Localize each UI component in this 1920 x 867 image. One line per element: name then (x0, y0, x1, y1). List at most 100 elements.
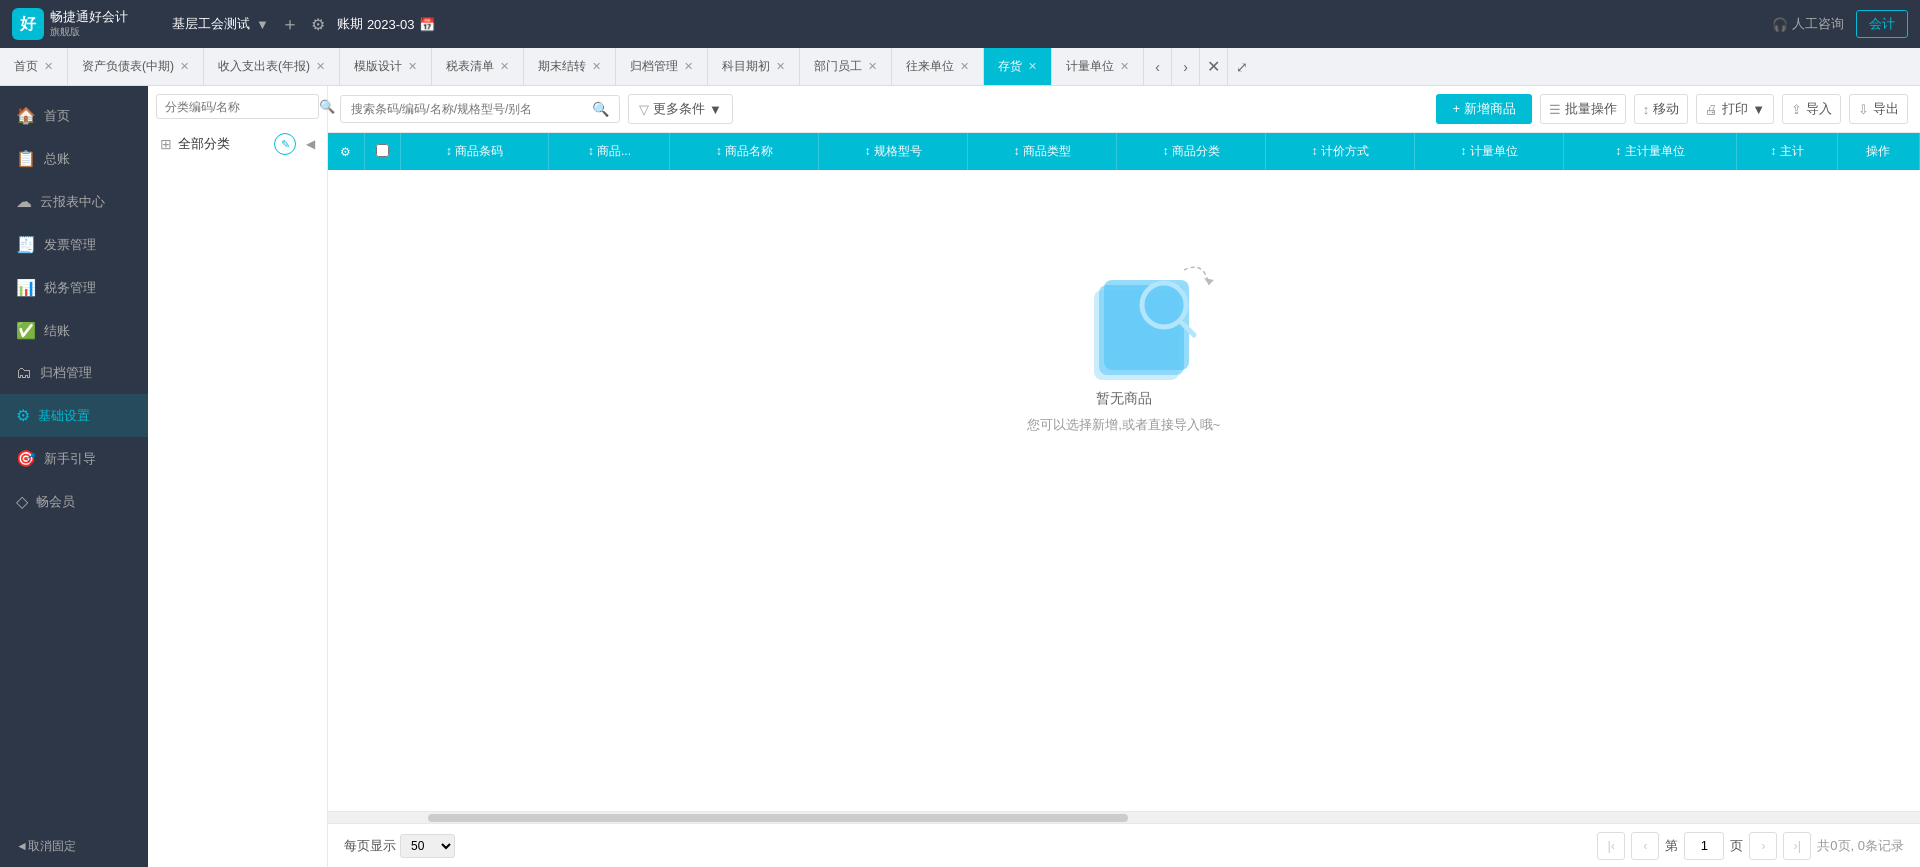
import-button[interactable]: ⇪ 导入 (1782, 94, 1841, 124)
add-company-button[interactable]: ＋ (281, 12, 299, 36)
tab-income-annual[interactable]: 收入支出表(年报) ✕ (204, 48, 340, 85)
tab-close-icon[interactable]: ✕ (684, 60, 693, 73)
tab-close-icon[interactable]: ✕ (500, 60, 509, 73)
th-settings[interactable]: ⚙ (328, 133, 364, 170)
th-barcode[interactable]: ↕ 商品条码 (400, 133, 549, 170)
page-label: 第 (1665, 837, 1678, 855)
left-panel: 🔍 ⊞ 全部分类 ✎ ◀ (148, 86, 328, 867)
th-label: ↕ 计价方式 (1311, 144, 1368, 158)
export-button[interactable]: ⇩ 导出 (1849, 94, 1908, 124)
first-page-button[interactable]: |‹ (1597, 832, 1625, 860)
tab-close-all-button[interactable]: ✕ (1200, 48, 1228, 85)
main-search-input[interactable] (351, 102, 586, 116)
period-value: 2023-03 (367, 17, 415, 32)
prev-page-button[interactable]: ‹ (1631, 832, 1659, 860)
batch-ops-button[interactable]: ☰ 批量操作 (1540, 94, 1626, 124)
add-product-label: + 新增商品 (1452, 100, 1515, 118)
tab-tax-list[interactable]: 税表清单 ✕ (432, 48, 524, 85)
tab-next-button[interactable]: › (1172, 48, 1200, 85)
tab-close-icon[interactable]: ✕ (960, 60, 969, 73)
next-page-button[interactable]: › (1749, 832, 1777, 860)
th-spec[interactable]: ↕ 规格型号 (819, 133, 968, 170)
tab-bar: 首页 ✕ 资产负债表(中期) ✕ 收入支出表(年报) ✕ 模版设计 ✕ 税表清单… (0, 48, 1920, 86)
logo-text: 畅捷通好会计 (50, 9, 128, 25)
th-unit[interactable]: ↕ 计量单位 (1415, 133, 1564, 170)
tab-home[interactable]: 首页 ✕ (0, 48, 68, 85)
tab-archive[interactable]: 归档管理 ✕ (616, 48, 708, 85)
tab-close-icon[interactable]: ✕ (1028, 60, 1037, 73)
th-main-unit[interactable]: ↕ 主计量单位 (1563, 133, 1736, 170)
move-icon: ↕ (1643, 102, 1650, 117)
unpin-button[interactable]: ◄取消固定 (0, 826, 148, 867)
tab-close-icon[interactable]: ✕ (592, 60, 601, 73)
page-size-selector[interactable]: 每页显示 50 20 100 (344, 834, 455, 858)
sidebar-item-archive[interactable]: 🗂 归档管理 (0, 352, 148, 394)
main-search-icon[interactable]: 🔍 (592, 101, 609, 117)
export-label: 导出 (1873, 100, 1899, 118)
scrollbar-thumb[interactable] (428, 814, 1128, 822)
th-checkbox[interactable] (364, 133, 400, 170)
page-size-select[interactable]: 50 20 100 (400, 834, 455, 858)
all-category-item[interactable]: ⊞ 全部分类 ✎ ◀ (156, 127, 319, 161)
sidebar-item-cloud-reports[interactable]: ☁ 云报表中心 (0, 180, 148, 223)
sidebar-item-member[interactable]: ◇ 畅会员 (0, 480, 148, 523)
empty-state: 暂无商品 您可以选择新增,或者直接导入哦~ (328, 170, 1920, 514)
tab-label: 部门员工 (814, 58, 862, 75)
sidebar-item-basic-settings[interactable]: ⚙ 基础设置 (0, 394, 148, 437)
horizontal-scrollbar[interactable] (328, 811, 1920, 823)
company-dropdown-icon[interactable]: ▼ (256, 17, 269, 32)
sidebar-label: 基础设置 (38, 407, 90, 425)
empty-icon (1064, 250, 1184, 370)
tab-dept-staff[interactable]: 部门员工 ✕ (800, 48, 892, 85)
sidebar-item-invoice[interactable]: 🧾 发票管理 (0, 223, 148, 266)
logo-icon: 好 (12, 8, 44, 40)
add-product-button[interactable]: + 新增商品 (1436, 94, 1531, 124)
main-search-box[interactable]: 🔍 (340, 95, 620, 123)
category-search-box[interactable]: 🔍 (156, 94, 319, 119)
last-page-button[interactable]: ›| (1783, 832, 1811, 860)
tab-template[interactable]: 模版设计 ✕ (340, 48, 432, 85)
category-search-input[interactable] (165, 100, 315, 114)
th-code[interactable]: ↕ 商品... (549, 133, 670, 170)
ledger-icon: 📋 (16, 149, 36, 168)
help-button[interactable]: 🎧 人工咨询 (1772, 15, 1844, 33)
tab-prev-button[interactable]: ‹ (1144, 48, 1172, 85)
account-button[interactable]: 会计 (1856, 10, 1908, 38)
print-button[interactable]: 🖨 打印 ▼ (1696, 94, 1774, 124)
tab-close-icon[interactable]: ✕ (868, 60, 877, 73)
tab-expand-button[interactable]: ⤢ (1228, 48, 1256, 85)
tab-balance-mid[interactable]: 资产负债表(中期) ✕ (68, 48, 204, 85)
calendar-icon[interactable]: 📅 (419, 17, 435, 32)
pagination: 每页显示 50 20 100 |‹ ‹ 第 页 › ›| 共0页, 0条记录 (328, 823, 1920, 867)
filter-button[interactable]: ▽ 更多条件 ▼ (628, 94, 733, 124)
tab-inventory[interactable]: 存货 ✕ (984, 48, 1052, 85)
tab-close-icon[interactable]: ✕ (1120, 60, 1129, 73)
sidebar-item-tax[interactable]: 📊 税务管理 (0, 266, 148, 309)
tab-unit[interactable]: 计量单位 ✕ (1052, 48, 1144, 85)
th-category[interactable]: ↕ 商品分类 (1117, 133, 1266, 170)
sidebar-item-ledger[interactable]: 📋 总账 (0, 137, 148, 180)
edit-category-button[interactable]: ✎ (274, 133, 296, 155)
tab-close-icon[interactable]: ✕ (408, 60, 417, 73)
sidebar-item-close[interactable]: ✅ 结账 (0, 309, 148, 352)
th-name[interactable]: ↕ 商品名称 (670, 133, 819, 170)
tab-close-icon[interactable]: ✕ (44, 60, 53, 73)
tab-close-icon[interactable]: ✕ (180, 60, 189, 73)
th-main-count[interactable]: ↕ 主计 (1736, 133, 1837, 170)
tab-period-close[interactable]: 期末结转 ✕ (524, 48, 616, 85)
move-button[interactable]: ↕ 移动 (1634, 94, 1689, 124)
page-navigation: |‹ ‹ 第 页 › ›| 共0页, 0条记录 (1597, 832, 1904, 860)
settings-icon[interactable]: ⚙ (311, 15, 325, 34)
page-number-input[interactable] (1684, 832, 1724, 860)
tab-close-icon[interactable]: ✕ (316, 60, 325, 73)
th-price-method[interactable]: ↕ 计价方式 (1266, 133, 1415, 170)
tab-contacts[interactable]: 往来单位 ✕ (892, 48, 984, 85)
tab-subject-init[interactable]: 科目期初 ✕ (708, 48, 800, 85)
select-all-checkbox[interactable] (376, 144, 389, 157)
th-type[interactable]: ↕ 商品类型 (968, 133, 1117, 170)
sidebar-item-home[interactable]: 🏠 首页 (0, 94, 148, 137)
company-selector[interactable]: 基层工会测试 ▼ (172, 15, 269, 33)
collapse-icon[interactable]: ◀ (306, 137, 315, 151)
sidebar-item-guide[interactable]: 🎯 新手引导 (0, 437, 148, 480)
tab-close-icon[interactable]: ✕ (776, 60, 785, 73)
